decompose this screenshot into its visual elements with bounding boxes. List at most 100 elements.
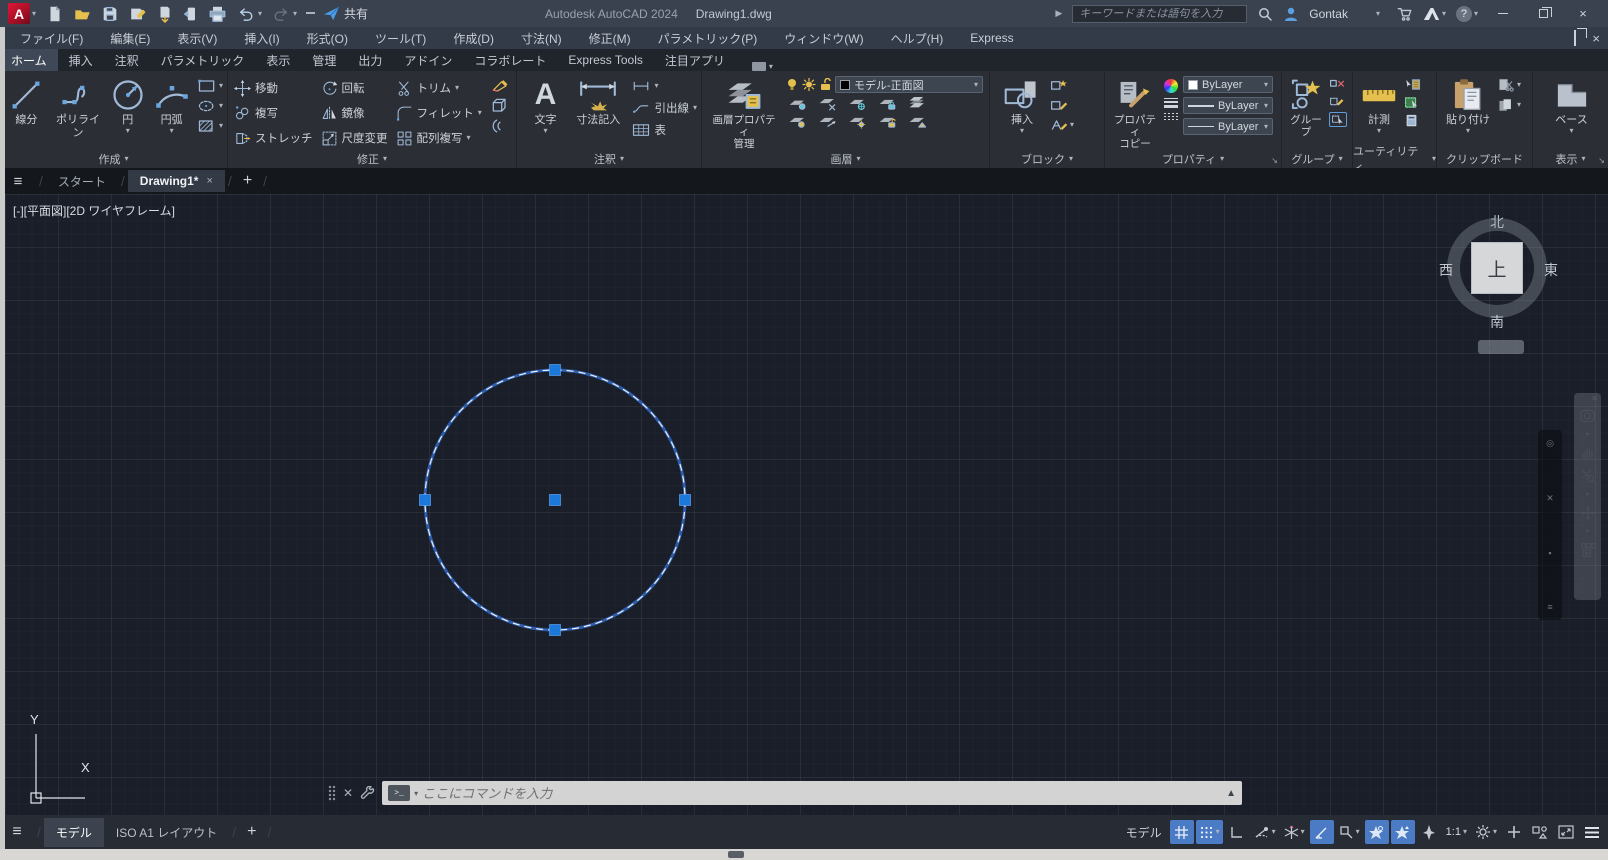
layer-off-button[interactable] [788,115,808,129]
match-properties-button[interactable]: プロパティ コピー [1111,76,1159,150]
fillet-button[interactable]: フィレット ▾ [396,101,482,125]
rotate-button[interactable]: 回転 [321,76,388,100]
circle-flyout-icon[interactable]: ▾ [126,126,130,135]
group-button[interactable]: グループ [1286,76,1326,150]
panel-label-groups[interactable]: グループ ▾ [1282,150,1352,168]
scale-button[interactable]: 尺度変更 [321,126,388,150]
app-logo-icon[interactable]: A [8,3,30,24]
command-close-icon[interactable]: ✕ [343,786,353,800]
measure-button[interactable]: 計測 ▾ [1359,76,1399,150]
trim-flyout-icon[interactable]: ▾ [455,84,459,92]
status-model-label[interactable]: モデル [1120,824,1168,841]
drawing-canvas[interactable]: [-][平面図][2D ワイヤフレーム] 北 西 上 東 南 WCS ▾ ◎ ✕ … [5,194,1608,815]
layer-walk-button[interactable] [908,115,928,129]
workspace-switching-button[interactable]: ▾ [1472,820,1500,844]
panel-label-properties[interactable]: プロパティ ▾ ↘ [1105,150,1281,168]
quick-select-button[interactable] [1404,78,1421,91]
text-button[interactable]: A 文字 ▾ [527,76,564,150]
line-button[interactable]: 線分 [6,76,47,150]
grip-quadrant-bottom[interactable] [549,624,561,636]
layer-match-button[interactable] [818,115,838,129]
open-file-button[interactable] [73,5,92,23]
user-name[interactable]: Gontak [1309,7,1348,21]
menu-edit[interactable]: 編集(E) [110,30,150,47]
search-expand-icon[interactable]: ▶ [1055,8,1062,19]
navigation-bar[interactable]: ✕ ▾ ▾ ▾ [1574,393,1601,600]
text-flyout-icon[interactable]: ▾ [543,126,547,135]
offset-button[interactable] [490,118,510,134]
navbar-close-icon[interactable]: ✕ [1591,394,1598,403]
user-avatar-icon[interactable] [1283,6,1299,22]
arc-flyout-icon[interactable]: ▾ [170,126,174,135]
panel-label-block[interactable]: ブロック ▾ [990,150,1104,168]
dim-linear-button[interactable]: ▾ [632,76,697,96]
minimize-button[interactable] [1488,0,1518,27]
close-button[interactable]: × [1568,0,1598,27]
palette-menu-icon[interactable]: ≡ [1547,602,1552,612]
paste-button[interactable]: 貼り付け ▾ [1445,76,1491,150]
navbar-chevron-icon[interactable]: ▾ [1586,491,1589,498]
menu-file[interactable]: ファイル(F) [20,30,83,47]
show-motion-icon[interactable] [1580,542,1596,558]
lineweight-icon[interactable] [1164,98,1178,108]
menu-dimension[interactable]: 寸法(N) [521,30,562,47]
menu-tools[interactable]: ツール(T) [375,30,426,47]
annotation-visibility-toggle[interactable] [1364,820,1389,844]
circle-button[interactable]: 円 ▾ [109,76,146,150]
search-icon[interactable] [1257,6,1273,22]
rectangle-button[interactable]: ▾ [197,78,223,94]
group-selection-toggle[interactable] [1329,112,1347,127]
qat-customize-button[interactable] [306,11,316,16]
base-view-button[interactable]: ベース ▾ [1548,76,1596,150]
quick-calc-select-button[interactable] [1404,96,1421,109]
edit-attributes-button[interactable]: ▾ [1050,118,1074,132]
layer-lock-button[interactable] [878,97,898,111]
layer-on-icon[interactable] [786,78,798,91]
grip-center[interactable] [549,494,561,506]
calculator-button[interactable] [1404,114,1421,127]
status-menu-button[interactable] [1580,820,1604,844]
menu-parametric[interactable]: パラメトリック(P) [658,30,758,47]
viewcube-west[interactable]: 西 [1439,260,1453,280]
clean-screen-button[interactable] [1554,820,1578,844]
command-recent-chevron-icon[interactable]: ▾ [414,789,418,798]
annotation-autoscale-toggle[interactable] [1390,820,1415,844]
properties-dialog-launcher-icon[interactable]: ↘ [1271,156,1278,165]
layer-unlock-all-button[interactable] [878,115,898,129]
dim-linear-flyout-icon[interactable]: ▾ [654,82,658,90]
selected-circle[interactable] [405,350,705,650]
layer-properties-button[interactable]: 画層プロパティ 管理 [708,76,780,150]
cut-button[interactable]: ▾ [1497,78,1521,92]
ellipse-button[interactable]: ▾ [197,98,223,114]
ribbon-tab-collaborate[interactable]: コラボレート [463,49,557,71]
cart-icon[interactable] [1396,6,1413,22]
layout-tab-iso-a1[interactable]: ISO A1 レイアウト [104,818,229,847]
layer-unlock-icon[interactable] [820,78,831,91]
tab-start[interactable]: スタート [46,169,118,194]
mirror-button[interactable]: 鏡像 [321,101,388,125]
viewcube[interactable]: 北 西 上 東 南 WCS ▾ [1432,200,1572,362]
tab-close-icon[interactable]: × [206,175,212,187]
layer-thaw-icon[interactable] [802,78,816,91]
viewcube-south[interactable]: 南 [1490,312,1504,332]
insert-flyout-icon[interactable]: ▾ [1020,126,1024,135]
insert-block-button[interactable]: 挿入 ▾ [1002,76,1042,150]
export-button[interactable] [156,5,174,23]
ribbon-tab-home[interactable]: ホーム [0,49,58,71]
ribbon-tab-addins[interactable]: アドイン [393,49,463,71]
object-color-dropdown[interactable]: ByLayer ▾ [1183,76,1273,93]
layer-isolate-button[interactable] [788,97,808,111]
leader-button[interactable]: 引出線 ▾ [632,98,697,118]
edit-block-button[interactable] [1050,98,1074,112]
command-history-expand-icon[interactable]: ▲ [1226,788,1236,799]
paste-flyout-icon[interactable]: ▾ [1466,126,1470,135]
pan-hand-icon[interactable] [1580,445,1596,461]
grid-toggle[interactable] [1169,820,1194,844]
print-button[interactable] [208,5,227,23]
panel-label-modify[interactable]: 修正 ▾ [228,150,516,168]
panel-label-utilities[interactable]: ユーティリティ▾ [1353,146,1436,174]
leader-flyout-icon[interactable]: ▾ [693,104,697,112]
annotation-scale-value[interactable]: 1:1 ▾ [1443,820,1470,844]
ribbon-tab-parametric[interactable]: パラメトリック [150,49,256,71]
help-button[interactable]: ? ▾ [1455,5,1478,22]
